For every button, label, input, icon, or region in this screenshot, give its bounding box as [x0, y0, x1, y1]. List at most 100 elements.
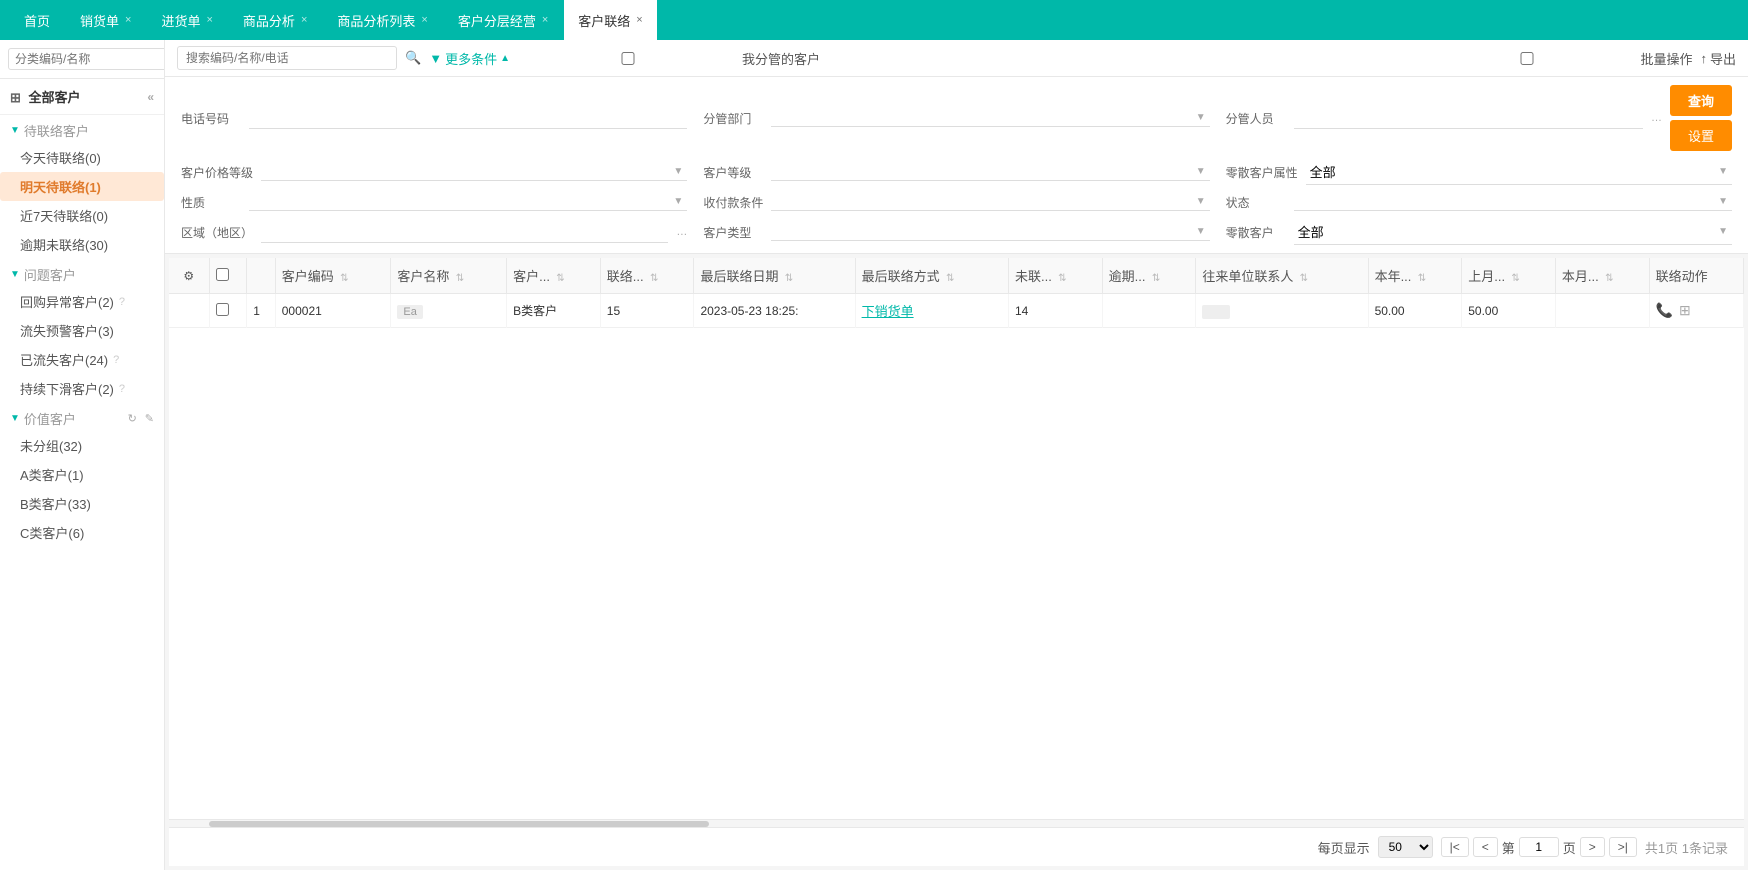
phone-input[interactable] — [249, 108, 687, 129]
row-checkbox[interactable] — [216, 303, 229, 316]
th-overdue[interactable]: 逾期... ⇅ — [1102, 258, 1196, 294]
sidebar-item-tomorrow-contact[interactable]: 明天待联络(1) — [0, 172, 164, 201]
th-not-contacted[interactable]: 未联... ⇅ — [1008, 258, 1102, 294]
first-page-button[interactable]: |< — [1441, 837, 1469, 857]
person-more-icon[interactable]: … — [1651, 112, 1662, 124]
sidebar-item-7days-contact[interactable]: 近7天待联络(0) — [0, 201, 164, 230]
nav-customer-tier[interactable]: 客户分层经营 × — [444, 0, 562, 40]
sort-this-year-icon: ⇅ — [1418, 273, 1426, 284]
phone-action-icon[interactable]: 📞 — [1656, 302, 1673, 319]
status-select[interactable]: ▼ — [1294, 193, 1732, 211]
nav-customer-contact[interactable]: 客户联络 × — [564, 0, 656, 40]
horizontal-scrollbar[interactable] — [169, 819, 1744, 827]
filter-row-dept: 分管部门 ▼ — [703, 85, 1209, 151]
filter-row-region: 区域（地区） … — [181, 219, 687, 245]
filter-row-customer-level: 客户等级 ▼ — [703, 159, 1209, 185]
nav-purchase-order[interactable]: 进货单 × — [147, 0, 226, 40]
td-last-month: 50.00 — [1462, 294, 1556, 328]
select-all-checkbox[interactable] — [216, 268, 229, 281]
td-this-year: 50.00 — [1368, 294, 1462, 328]
sidebar-item-today-contact[interactable]: 今天待联络(0) — [0, 143, 164, 172]
query-button[interactable]: 查询 — [1670, 85, 1732, 116]
filter-row-customer-type: 客户类型 ▼ — [703, 219, 1209, 245]
price-level-select[interactable]: ▼ — [261, 163, 687, 181]
th-customer-type[interactable]: 客户... ⇅ — [507, 258, 601, 294]
nav-product-analysis-list[interactable]: 商品分析列表 × — [323, 0, 441, 40]
data-table-area: ⚙ 客户编码 ⇅ 客户名称 ⇅ — [169, 258, 1744, 866]
last-page-button[interactable]: >| — [1609, 837, 1637, 857]
th-settings[interactable]: ⚙ — [169, 258, 209, 294]
prev-page-button[interactable]: < — [1473, 837, 1498, 857]
sidebar-group-problem-customer: ▼ 问题客户 — [0, 259, 164, 287]
sidebar-search-input[interactable] — [8, 48, 165, 70]
my-customers-checkbox-label[interactable]: 我分管的客户 — [518, 49, 820, 68]
refresh-icon[interactable]: ↻ — [128, 412, 137, 425]
nav-home[interactable]: 首页 — [10, 0, 64, 40]
region-more-icon[interactable]: … — [676, 226, 687, 238]
retail-attr-select[interactable]: 全部 ▼ — [1306, 159, 1732, 185]
th-last-contact-method[interactable]: 最后联络方式 ⇅ — [855, 258, 1008, 294]
close-product-analysis-icon[interactable]: × — [301, 14, 307, 26]
th-last-month[interactable]: 上月... ⇅ — [1462, 258, 1556, 294]
close-sales-order-icon[interactable]: × — [125, 14, 131, 26]
th-name[interactable]: 客户名称 ⇅ — [391, 258, 507, 294]
collapse-icon[interactable]: « — [147, 90, 154, 104]
sidebar-item-declining[interactable]: 持续下滑客户(2) ? — [0, 374, 164, 403]
sidebar-item-class-a[interactable]: A类客户(1) — [0, 460, 164, 489]
payment-select[interactable]: ▼ — [771, 193, 1209, 211]
filter-row-price-level: 客户价格等级 ▼ — [181, 159, 687, 185]
filterbar-right: 批量操作 ↑ 导出 — [1417, 49, 1736, 68]
sidebar-item-ungrouped[interactable]: 未分组(32) — [0, 431, 164, 460]
sort-not-contacted-icon: ⇅ — [1058, 273, 1066, 284]
sidebar-item-class-b[interactable]: B类客户(33) — [0, 489, 164, 518]
grid-action-icon[interactable]: ⊞ — [1679, 302, 1691, 319]
my-customers-checkbox[interactable] — [518, 52, 738, 65]
close-product-analysis-list-icon[interactable]: × — [421, 14, 427, 26]
nav-sales-order[interactable]: 销货单 × — [66, 0, 145, 40]
search-icon[interactable]: 🔍 — [405, 50, 421, 66]
td-last-contact-method[interactable]: 下销货单 — [855, 294, 1008, 328]
th-code[interactable]: 客户编码 ⇅ — [275, 258, 391, 294]
more-conditions-button[interactable]: ▼ 更多条件 ▲ — [429, 49, 510, 68]
customer-level-select[interactable]: ▼ — [771, 163, 1209, 181]
nature-select[interactable]: ▼ — [249, 193, 687, 211]
sidebar-item-overdue-contact[interactable]: 逾期未联络(30) — [0, 230, 164, 259]
customer-type-select[interactable]: ▼ — [771, 223, 1209, 241]
dept-select[interactable]: ▼ — [771, 109, 1209, 127]
close-customer-tier-icon[interactable]: × — [542, 14, 548, 26]
edit-icon[interactable]: ✎ — [145, 412, 154, 425]
scrollbar-thumb[interactable] — [209, 821, 709, 827]
td-code: 000021 — [275, 294, 391, 328]
page-size-select[interactable]: 50 100 200 — [1378, 836, 1433, 858]
table-footer: 每页显示 50 100 200 |< < 第 页 > >| 共1页 1条记录 — [169, 827, 1744, 866]
page-number-input[interactable] — [1519, 837, 1559, 857]
nav-product-analysis[interactable]: 商品分析 × — [229, 0, 321, 40]
sidebar-item-repurchase-abnormal[interactable]: 回购异常客户(2) ? — [0, 287, 164, 316]
batch-checkbox[interactable] — [1417, 52, 1637, 65]
sidebar-item-churn-warning[interactable]: 流失预警客户(3) — [0, 316, 164, 345]
triangle-down-icon-2: ▼ — [10, 269, 20, 280]
person-input[interactable] — [1294, 108, 1643, 129]
set-button[interactable]: 设置 — [1670, 120, 1732, 151]
retail-customer-select[interactable]: 全部 ▼ — [1294, 219, 1732, 245]
close-customer-contact-icon[interactable]: × — [636, 14, 642, 26]
region-input[interactable] — [261, 222, 668, 243]
help-icon-1: ? — [119, 296, 125, 308]
th-last-contact-date[interactable]: 最后联络日期 ⇅ — [694, 258, 855, 294]
sidebar-all-customers[interactable]: ⊞ 全部客户 « — [0, 79, 164, 115]
th-contacts[interactable]: 联络... ⇅ — [600, 258, 694, 294]
next-page-button[interactable]: > — [1580, 837, 1605, 857]
search-input[interactable] — [177, 46, 397, 70]
batch-operation-button[interactable]: 批量操作 — [1417, 49, 1692, 68]
th-this-year[interactable]: 本年... ⇅ — [1368, 258, 1462, 294]
sidebar-item-class-c[interactable]: C类客户(6) — [0, 518, 164, 547]
table-scroll[interactable]: ⚙ 客户编码 ⇅ 客户名称 ⇅ — [169, 258, 1744, 819]
last-contact-method-link[interactable]: 下销货单 — [862, 304, 914, 319]
sidebar-item-churned[interactable]: 已流失客户(24) ? — [0, 345, 164, 374]
th-contact-person[interactable]: 往来单位联系人 ⇅ — [1196, 258, 1368, 294]
export-button[interactable]: ↑ 导出 — [1700, 49, 1736, 68]
th-this-month[interactable]: 本月... ⇅ — [1555, 258, 1649, 294]
close-purchase-order-icon[interactable]: × — [206, 14, 212, 26]
page-total-label: 共1页 1条记录 — [1645, 838, 1728, 857]
filter-bar: 🔍 ▼ 更多条件 ▲ 我分管的客户 批量操作 ↑ 导出 — [165, 40, 1748, 77]
